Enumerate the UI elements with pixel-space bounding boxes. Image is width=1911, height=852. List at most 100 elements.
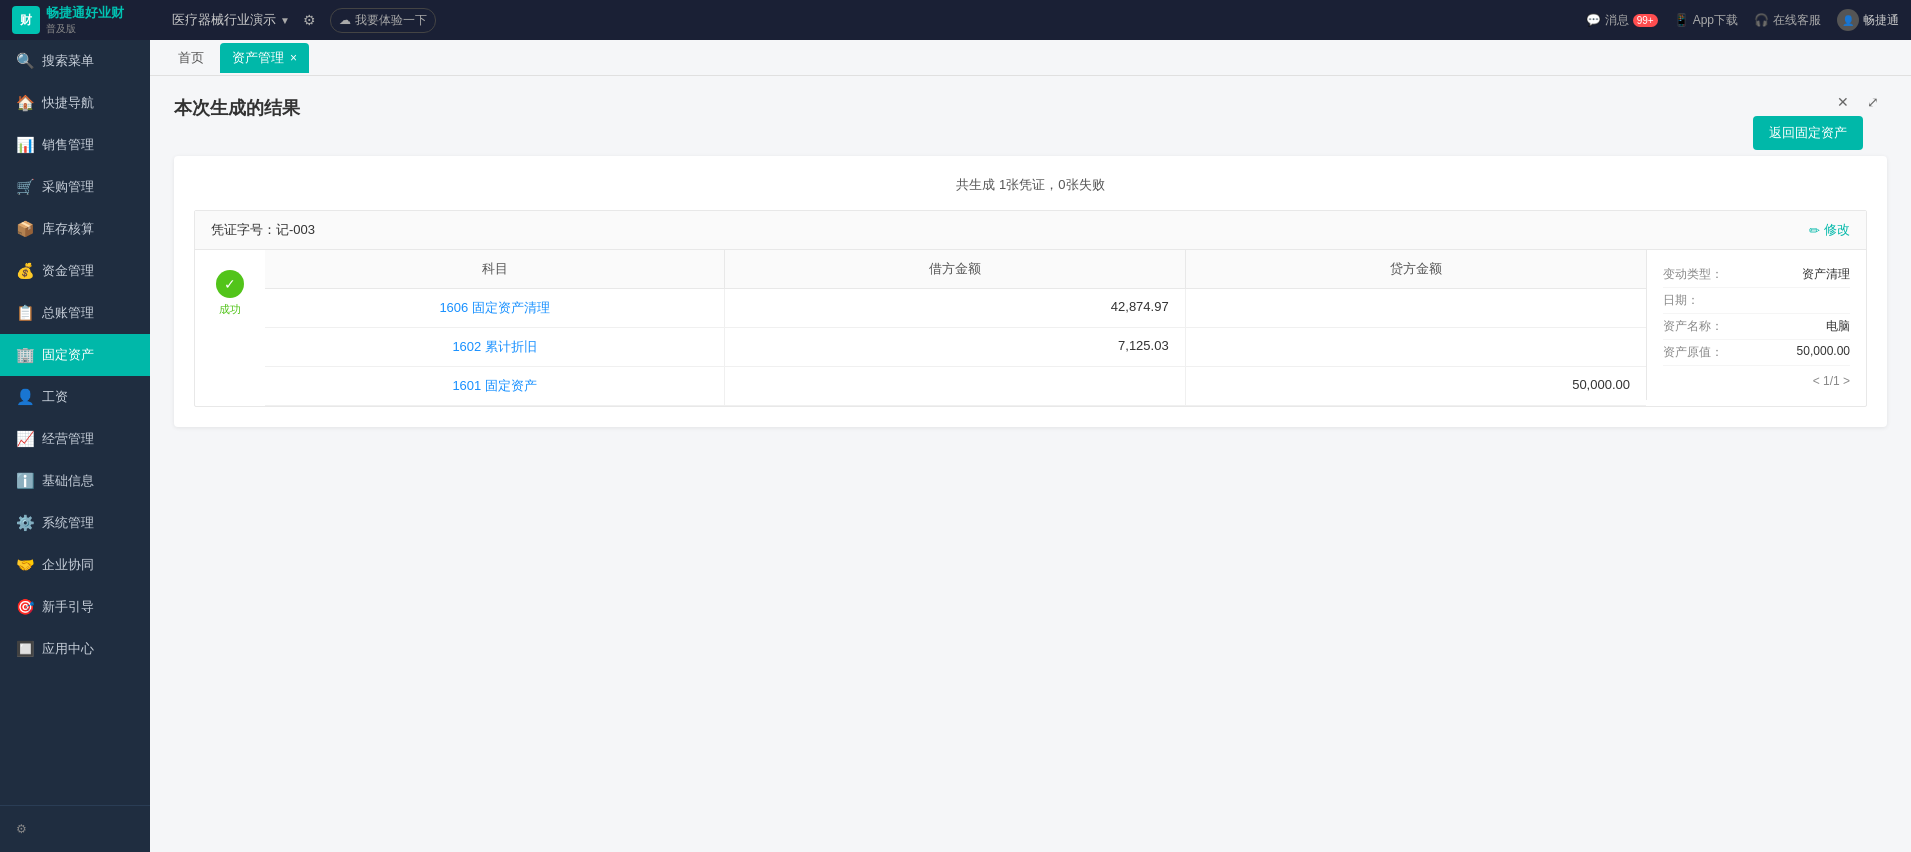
panel-origval-value: 50,000.00	[1797, 344, 1850, 361]
debit-2: 7,125.03	[725, 328, 1185, 366]
sidebar-item-guide[interactable]: 🎯 新手引导	[0, 586, 150, 628]
expand-icon: ⤢	[1867, 94, 1879, 110]
edit-button[interactable]: ✏ 修改	[1809, 221, 1850, 239]
company-name: 医疗器械行业演示	[172, 11, 276, 29]
debit-1: 42,874.97	[725, 289, 1185, 327]
guide-icon: 🎯	[16, 598, 34, 616]
sidebar-item-quick-nav[interactable]: 🏠 快捷导航	[0, 82, 150, 124]
messages-button[interactable]: 💬 消息 99+	[1586, 12, 1658, 29]
table-row: 1606 固定资产清理 42,874.97	[265, 289, 1646, 328]
company-selector[interactable]: 医疗器械行业演示 ▼	[172, 11, 290, 29]
online-service-button[interactable]: 🎧 在线客服	[1754, 12, 1821, 29]
logo-subtitle: 普及版	[46, 22, 124, 36]
sidebar-item-inventory[interactable]: 📦 库存核算	[0, 208, 150, 250]
col-credit: 贷方金额	[1186, 250, 1646, 288]
logo-icon: 财	[12, 6, 40, 34]
subject-2[interactable]: 1602 累计折旧	[265, 328, 725, 366]
sidebar-inventory-label: 库存核算	[42, 220, 94, 238]
page-title: 本次生成的结果	[174, 96, 300, 120]
sidebar-item-fixed-assets[interactable]: 🏢 固定资产	[0, 334, 150, 376]
cloud-icon: ☁	[339, 13, 351, 27]
sidebar-item-payroll[interactable]: 👤 工资	[0, 376, 150, 418]
user-info[interactable]: 👤 畅捷通	[1837, 9, 1899, 31]
return-button[interactable]: 返回固定资产	[1753, 116, 1863, 150]
sales-icon: 📊	[16, 136, 34, 154]
sidebar-operations-label: 经营管理	[42, 430, 94, 448]
credit-1	[1186, 289, 1646, 327]
home-icon: 🏠	[16, 94, 34, 112]
expand-button[interactable]: ⤢	[1859, 88, 1887, 116]
tab-home[interactable]: 首页	[166, 43, 216, 73]
voucher-table: 科目 借方金额 贷方金额 1606 固定资产清理 42,874.97	[265, 250, 1646, 406]
panel-row-type: 变动类型： 资产清理	[1663, 262, 1850, 288]
subject-1[interactable]: 1606 固定资产清理	[265, 289, 725, 327]
sidebar-ledger-label: 总账管理	[42, 304, 94, 322]
sidebar-purchase-label: 采购管理	[42, 178, 94, 196]
header-right: 💬 消息 99+ 📱 App下载 🎧 在线客服 👤 畅捷通	[1586, 9, 1899, 31]
sidebar-search-label: 搜索菜单	[42, 52, 94, 70]
panel-row-date: 日期：	[1663, 288, 1850, 314]
sidebar: 🔍 搜索菜单 🏠 快捷导航 📊 销售管理 🛒 采购管理 📦 库存核算 💰 资金管…	[0, 40, 150, 852]
success-label: 成功	[219, 302, 241, 317]
sidebar-settings-button[interactable]: ⚙	[0, 814, 150, 844]
voucher-section: 凭证字号：记-003 ✏ 修改 ✓ 成功	[194, 210, 1867, 407]
sidebar-item-basic-info[interactable]: ℹ️ 基础信息	[0, 460, 150, 502]
header-center: 医疗器械行业演示 ▼ ⚙ ☁ 我要体验一下	[162, 8, 1586, 33]
status-column: ✓ 成功	[195, 250, 265, 317]
sidebar-quicknav-label: 快捷导航	[42, 94, 94, 112]
sidebar-item-system[interactable]: ⚙️ 系统管理	[0, 502, 150, 544]
sidebar-item-operations[interactable]: 📈 经营管理	[0, 418, 150, 460]
settings-bottom-icon: ⚙	[16, 822, 27, 836]
close-button[interactable]: ✕	[1829, 88, 1857, 116]
message-icon: 💬	[1586, 13, 1601, 27]
app-center-icon: 🔲	[16, 640, 34, 658]
search-icon: 🔍	[16, 52, 34, 70]
panel-type-label: 变动类型：	[1663, 266, 1723, 283]
payroll-icon: 👤	[16, 388, 34, 406]
panel-origval-label: 资产原值：	[1663, 344, 1723, 361]
pagination[interactable]: < 1/1 >	[1663, 366, 1850, 388]
settings-icon[interactable]: ⚙	[298, 8, 322, 32]
panel-name-value: 电脑	[1826, 318, 1850, 335]
username: 畅捷通	[1863, 12, 1899, 29]
sidebar-item-app-center[interactable]: 🔲 应用中心	[0, 628, 150, 670]
operations-icon: 📈	[16, 430, 34, 448]
edit-label: 修改	[1824, 221, 1850, 239]
main-layout: 🔍 搜索菜单 🏠 快捷导航 📊 销售管理 🛒 采购管理 📦 库存核算 💰 资金管…	[0, 40, 1911, 852]
sidebar-funds-label: 资金管理	[42, 262, 94, 280]
purchase-icon: 🛒	[16, 178, 34, 196]
logo-title: 畅捷通好业财	[46, 4, 124, 22]
sidebar-enterprise-label: 企业协同	[42, 556, 94, 574]
table-row: 1601 固定资产 50,000.00	[265, 367, 1646, 406]
app-download-button[interactable]: 📱 App下载	[1674, 12, 1738, 29]
sidebar-sales-label: 销售管理	[42, 136, 94, 154]
tab-asset-mgmt[interactable]: 资产管理 ×	[220, 43, 309, 73]
credit-3: 50,000.00	[1186, 367, 1646, 405]
page-content: 本次生成的结果 返回固定资产 ✕ ⤢ 共生成 1张凭证，0张失败	[150, 76, 1911, 852]
sidebar-item-enterprise[interactable]: 🤝 企业协同	[0, 544, 150, 586]
sidebar-item-funds[interactable]: 💰 资金管理	[0, 250, 150, 292]
result-summary: 共生成 1张凭证，0张失败	[194, 176, 1867, 194]
sidebar-fixed-assets-label: 固定资产	[42, 346, 94, 364]
sidebar-item-ledger[interactable]: 📋 总账管理	[0, 292, 150, 334]
online-service-label: 在线客服	[1773, 12, 1821, 29]
messages-label: 消息	[1605, 12, 1629, 29]
logo-text-block: 畅捷通好业财 普及版	[46, 4, 124, 36]
sidebar-payroll-label: 工资	[42, 388, 68, 406]
subject-3[interactable]: 1601 固定资产	[265, 367, 725, 405]
panel-row-original-value: 资产原值： 50,000.00	[1663, 340, 1850, 366]
sidebar-item-purchase[interactable]: 🛒 采购管理	[0, 166, 150, 208]
avatar: 👤	[1837, 9, 1859, 31]
debit-3	[725, 367, 1185, 405]
sidebar-item-search[interactable]: 🔍 搜索菜单	[0, 40, 150, 82]
table-header: 科目 借方金额 贷方金额	[265, 250, 1646, 289]
panel-type-value: 资产清理	[1802, 266, 1850, 283]
tab-close-icon[interactable]: ×	[290, 51, 297, 65]
sidebar-item-sales[interactable]: 📊 销售管理	[0, 124, 150, 166]
inventory-icon: 📦	[16, 220, 34, 238]
edit-icon: ✏	[1809, 223, 1820, 238]
basic-info-icon: ℹ️	[16, 472, 34, 490]
voucher-number: 凭证字号：记-003	[211, 221, 315, 239]
experience-button[interactable]: ☁ 我要体验一下	[330, 8, 436, 33]
voucher-body: ✓ 成功 科目 借方金额 贷方金额	[195, 250, 1866, 406]
